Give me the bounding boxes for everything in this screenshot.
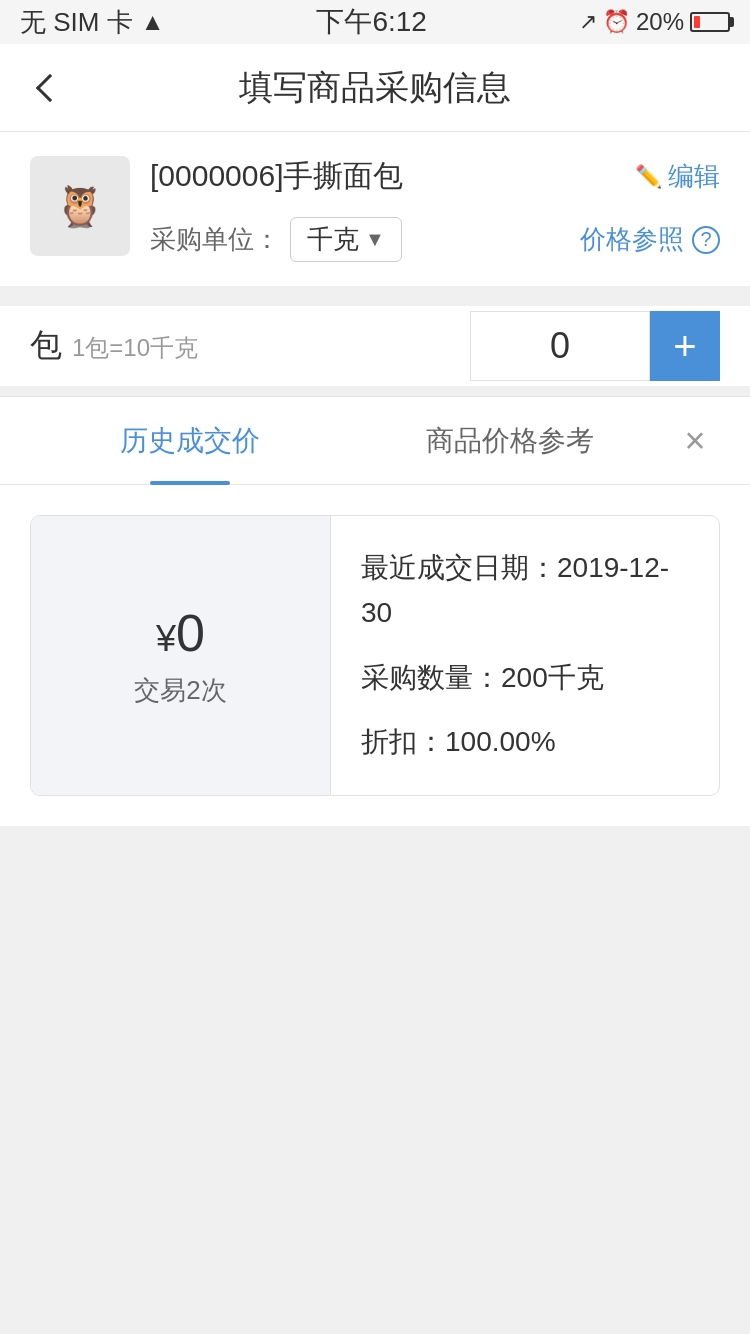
quantity-value: 0	[550, 325, 570, 367]
trade-count: 交易2次	[134, 673, 226, 708]
back-button[interactable]	[20, 58, 80, 118]
tab-section: 历史成交价 商品价格参考 × ¥0 交易2次 最近成交日期：2019-12-30	[0, 396, 750, 826]
quantity-detail-value: 200千克	[501, 662, 604, 693]
tab-header: 历史成交价 商品价格参考 ×	[0, 397, 750, 485]
tab-ref-label: 商品价格参考	[426, 422, 594, 460]
quantity-section: 包 1包=10千克 0 +	[0, 306, 750, 386]
edit-icon: ✏️	[635, 164, 662, 190]
product-title-row: [0000006]手撕面包 ✏️ 编辑	[150, 156, 720, 197]
location-icon: ↗	[579, 9, 597, 35]
increment-button[interactable]: +	[650, 311, 720, 381]
price-card: ¥0 交易2次 最近成交日期：2019-12-30 采购数量：200千克 折扣：…	[30, 515, 720, 796]
quantity-row-detail: 采购数量：200千克	[361, 656, 689, 701]
battery-icon	[690, 12, 730, 32]
unit-value: 千克	[307, 222, 359, 257]
last-date-row: 最近成交日期：2019-12-30	[361, 546, 689, 636]
main-background	[0, 826, 750, 1334]
tab-history-price[interactable]: 历史成交价	[30, 397, 350, 485]
quantity-detail-label: 采购数量：	[361, 662, 501, 693]
unit-row: 采购单位： 千克 ▼ 价格参照 ?	[150, 217, 720, 262]
product-id: [0000006]	[150, 159, 283, 192]
plus-icon: +	[673, 324, 696, 369]
product-row: 🦉 [0000006]手撕面包 ✏️ 编辑 采购单位： 千克 ▼	[30, 156, 720, 262]
price-summary: ¥0 交易2次	[31, 516, 331, 795]
page-header: 填写商品采购信息	[0, 44, 750, 132]
section-divider	[0, 296, 750, 306]
product-logo-icon: 🦉	[55, 183, 105, 230]
product-name: [0000006]手撕面包	[150, 156, 403, 197]
status-time: 下午6:12	[316, 3, 427, 41]
status-carrier: 无 SIM 卡 ▲	[20, 5, 164, 40]
quantity-control: 0 +	[470, 311, 720, 381]
pkg-unit: 包	[30, 324, 62, 368]
status-bar: 无 SIM 卡 ▲ 下午6:12 ↗ ⏰ 20%	[0, 0, 750, 44]
tab-history-label: 历史成交价	[120, 422, 260, 460]
close-icon: ×	[684, 420, 705, 462]
unit-left: 采购单位： 千克 ▼	[150, 217, 402, 262]
unit-label: 采购单位：	[150, 222, 280, 257]
unit-select[interactable]: 千克 ▼	[290, 217, 402, 262]
carrier-text: 无 SIM 卡	[20, 5, 133, 40]
price-value: 0	[176, 604, 205, 662]
price-amount: ¥0	[156, 603, 205, 663]
edit-label: 编辑	[668, 159, 720, 194]
tab-active-indicator	[150, 481, 230, 485]
wifi-icon: ▲	[141, 8, 165, 36]
back-arrow-icon	[36, 73, 64, 101]
quantity-input[interactable]: 0	[470, 311, 650, 381]
discount-row: 折扣：100.00%	[361, 720, 689, 765]
help-icon: ?	[692, 226, 720, 254]
edit-button[interactable]: ✏️ 编辑	[635, 159, 720, 194]
product-info: [0000006]手撕面包 ✏️ 编辑 采购单位： 千克 ▼ 价格参照	[150, 156, 720, 262]
dropdown-icon: ▼	[365, 228, 385, 251]
discount-label: 折扣：	[361, 726, 445, 757]
alarm-icon: ⏰	[603, 9, 630, 35]
quantity-label: 包 1包=10千克	[30, 324, 198, 368]
product-thumbnail: 🦉	[30, 156, 130, 256]
product-name-text: 手撕面包	[283, 159, 403, 192]
quantity-row: 包 1包=10千克 0 +	[0, 306, 750, 386]
battery-percent: 20%	[636, 8, 684, 36]
price-ref-label: 价格参照	[580, 222, 684, 257]
page-title: 填写商品采购信息	[239, 65, 511, 111]
tab-price-reference[interactable]: 商品价格参考	[350, 397, 670, 485]
tab-close-button[interactable]: ×	[670, 416, 720, 466]
price-reference-button[interactable]: 价格参照 ?	[580, 222, 720, 257]
status-right: ↗ ⏰ 20%	[579, 8, 730, 36]
product-section: 🦉 [0000006]手撕面包 ✏️ 编辑 采购单位： 千克 ▼	[0, 132, 750, 286]
pkg-ratio: 1包=10千克	[72, 332, 198, 364]
price-details: 最近成交日期：2019-12-30 采购数量：200千克 折扣：100.00%	[331, 516, 719, 795]
currency-symbol: ¥	[156, 618, 176, 659]
last-date-label: 最近成交日期：	[361, 552, 557, 583]
discount-value: 100.00%	[445, 726, 556, 757]
tab-content: ¥0 交易2次 最近成交日期：2019-12-30 采购数量：200千克 折扣：…	[0, 485, 750, 826]
